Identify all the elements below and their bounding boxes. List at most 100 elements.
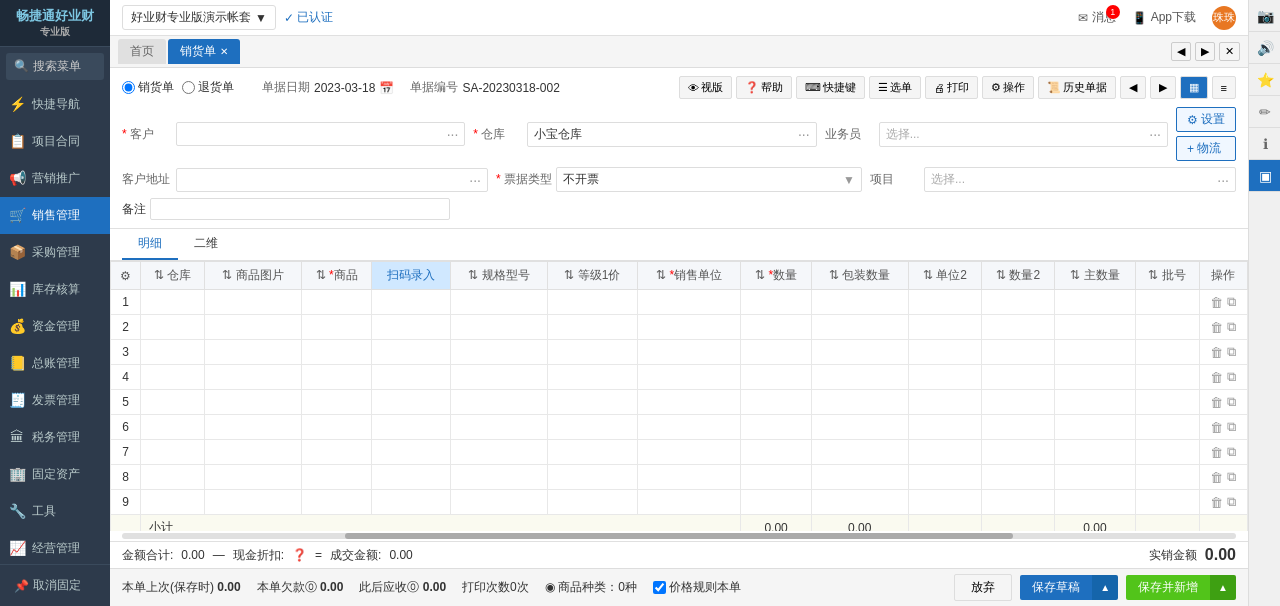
sidebar-item-inventory[interactable]: 📊 库存核算 <box>0 271 110 308</box>
row-main-qty-5[interactable] <box>1055 390 1136 415</box>
right-panel-edit[interactable]: ✏ <box>1249 96 1280 128</box>
row-copy-9[interactable]: ⧉ <box>1227 494 1236 510</box>
save-draft-arrow-button[interactable]: ▲ <box>1092 575 1118 600</box>
close-tab-icon[interactable]: ✕ <box>220 46 228 57</box>
row-scan-9[interactable] <box>372 490 451 515</box>
row-main-qty-3[interactable] <box>1055 340 1136 365</box>
row-pkg-qty-5[interactable] <box>811 390 908 415</box>
row-unit2-4[interactable] <box>908 365 981 390</box>
sidebar-item-sales[interactable]: 🛒 销售管理 <box>0 197 110 234</box>
row-unit-9[interactable] <box>637 490 741 515</box>
row-qty-9[interactable] <box>741 490 811 515</box>
help-button[interactable]: ❓帮助 <box>736 76 792 99</box>
row-qty-8[interactable] <box>741 465 811 490</box>
row-main-qty-2[interactable] <box>1055 315 1136 340</box>
row-spec-9[interactable] <box>451 490 548 515</box>
row-scan-8[interactable] <box>372 465 451 490</box>
row-price-6[interactable] <box>548 415 638 440</box>
row-image-9[interactable] <box>204 490 301 515</box>
row-spec-4[interactable] <box>451 365 548 390</box>
row-unit2-1[interactable] <box>908 290 981 315</box>
save-new-arrow-button[interactable]: ▲ <box>1210 575 1236 600</box>
row-qty2-5[interactable] <box>981 390 1054 415</box>
row-warehouse-2[interactable] <box>141 315 205 340</box>
row-scan-5[interactable] <box>372 390 451 415</box>
project-picker-icon[interactable]: ··· <box>1217 172 1229 188</box>
row-qty-1[interactable] <box>741 290 811 315</box>
row-warehouse-6[interactable] <box>141 415 205 440</box>
row-delete-4[interactable]: 🗑 <box>1210 369 1223 385</box>
row-unit-4[interactable] <box>637 365 741 390</box>
row-qty-3[interactable] <box>741 340 811 365</box>
row-price-3[interactable] <box>548 340 638 365</box>
row-qty2-2[interactable] <box>981 315 1054 340</box>
row-goods-4[interactable] <box>302 365 372 390</box>
row-main-qty-4[interactable] <box>1055 365 1136 390</box>
row-pkg-qty-9[interactable] <box>811 490 908 515</box>
row-main-qty-8[interactable] <box>1055 465 1136 490</box>
sidebar-item-purchase[interactable]: 📦 采购管理 <box>0 234 110 271</box>
row-unit-2[interactable] <box>637 315 741 340</box>
row-warehouse-4[interactable] <box>141 365 205 390</box>
customer-picker-icon[interactable]: ··· <box>447 126 459 142</box>
select-button[interactable]: ☰选单 <box>869 76 921 99</box>
next-doc-button[interactable]: ▶ <box>1150 76 1176 99</box>
row-qty2-7[interactable] <box>981 440 1054 465</box>
row-spec-2[interactable] <box>451 315 548 340</box>
row-delete-9[interactable]: 🗑 <box>1210 494 1223 510</box>
row-qty2-9[interactable] <box>981 490 1054 515</box>
row-batch-9[interactable] <box>1135 490 1199 515</box>
row-scan-6[interactable] <box>372 415 451 440</box>
row-pkg-qty-6[interactable] <box>811 415 908 440</box>
user-menu[interactable]: 珠珠 <box>1212 6 1236 30</box>
row-qty2-8[interactable] <box>981 465 1054 490</box>
row-copy-1[interactable]: ⧉ <box>1227 294 1236 310</box>
row-price-1[interactable] <box>548 290 638 315</box>
row-spec-6[interactable] <box>451 415 548 440</box>
company-selector[interactable]: 好业财专业版演示帐套 ▼ <box>122 5 276 30</box>
history-button[interactable]: 📜历史单据 <box>1038 76 1116 99</box>
row-qty-6[interactable] <box>741 415 811 440</box>
row-unit-5[interactable] <box>637 390 741 415</box>
row-scan-2[interactable] <box>372 315 451 340</box>
salesperson-input[interactable]: 选择... ··· <box>879 122 1168 147</box>
price-check-input[interactable] <box>653 581 666 594</box>
sidebar-item-finance[interactable]: 💰 资金管理 <box>0 308 110 345</box>
row-qty-5[interactable] <box>741 390 811 415</box>
radio-return[interactable]: 退货单 <box>182 79 234 96</box>
row-warehouse-5[interactable] <box>141 390 205 415</box>
project-input[interactable]: 选择... ··· <box>924 167 1236 192</box>
row-pkg-qty-4[interactable] <box>811 365 908 390</box>
row-delete-6[interactable]: 🗑 <box>1210 419 1223 435</box>
save-new-button[interactable]: 保存并新增 <box>1126 575 1210 600</box>
tab-home[interactable]: 首页 <box>118 39 166 64</box>
right-panel-active[interactable]: ▣ <box>1249 160 1280 192</box>
row-price-2[interactable] <box>548 315 638 340</box>
row-goods-7[interactable] <box>302 440 372 465</box>
row-unit2-6[interactable] <box>908 415 981 440</box>
sidebar-item-invoice[interactable]: 🧾 发票管理 <box>0 382 110 419</box>
row-main-qty-7[interactable] <box>1055 440 1136 465</box>
sidebar-item-tax[interactable]: 🏛 税务管理 <box>0 419 110 456</box>
row-price-8[interactable] <box>548 465 638 490</box>
row-goods-6[interactable] <box>302 415 372 440</box>
tab-prev-button[interactable]: ◀ <box>1171 42 1191 61</box>
row-image-3[interactable] <box>204 340 301 365</box>
row-warehouse-9[interactable] <box>141 490 205 515</box>
col-scan[interactable]: 扫码录入 <box>372 262 451 290</box>
row-qty-4[interactable] <box>741 365 811 390</box>
row-main-qty-1[interactable] <box>1055 290 1136 315</box>
sidebar-item-management[interactable]: 📈 经营管理 <box>0 530 110 564</box>
row-unit2-7[interactable] <box>908 440 981 465</box>
sidebar-item-quick-nav[interactable]: ⚡ 快捷导航 <box>0 86 110 123</box>
row-spec-1[interactable] <box>451 290 548 315</box>
tab-sales-order[interactable]: 销货单 ✕ <box>168 39 240 64</box>
warehouse-input[interactable]: 小宝仓库 ··· <box>527 122 816 147</box>
row-copy-8[interactable]: ⧉ <box>1227 469 1236 485</box>
row-unit-7[interactable] <box>637 440 741 465</box>
row-qty2-4[interactable] <box>981 365 1054 390</box>
row-copy-7[interactable]: ⧉ <box>1227 444 1236 460</box>
row-goods-5[interactable] <box>302 390 372 415</box>
messages-button[interactable]: ✉ 消息 1 <box>1078 9 1116 26</box>
customer-input[interactable]: ··· <box>176 122 465 146</box>
